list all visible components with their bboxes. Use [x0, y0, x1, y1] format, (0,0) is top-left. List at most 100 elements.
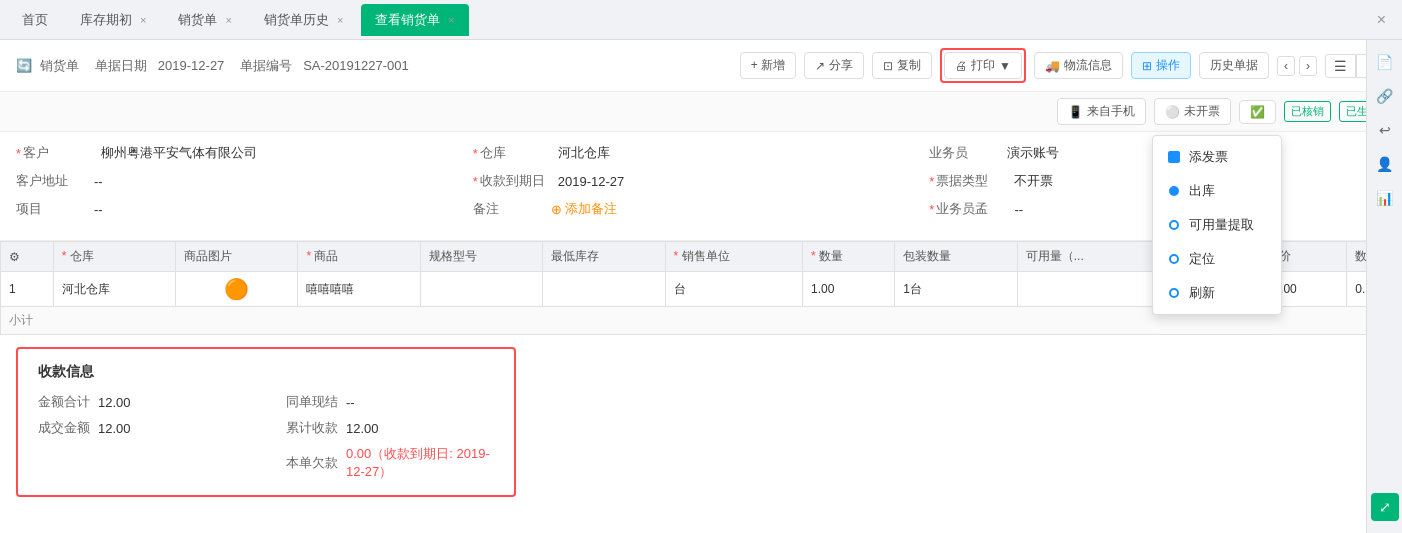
doc-header: 🔄 销货单 单据日期 2019-12-27 单据编号 SA-20191227-0…: [0, 40, 1402, 92]
warehouse-required-star: *: [473, 146, 478, 161]
dropdown-outbound[interactable]: 出库: [1153, 174, 1281, 208]
history-button[interactable]: 历史单据: [1199, 52, 1269, 79]
list-view-button[interactable]: ☰: [1325, 54, 1356, 78]
sidebar-chart-icon[interactable]: 📊: [1371, 184, 1399, 212]
verify-button[interactable]: ✅: [1239, 100, 1276, 124]
add-icon: ⊕: [551, 202, 562, 217]
warehouse-label: 仓库: [480, 144, 550, 162]
project-field: 项目 --: [16, 200, 473, 218]
payment-row-total: 金额合计 12.00: [38, 393, 246, 411]
note-field: 备注 ⊕ 添加备注: [473, 200, 930, 218]
sidebar-return-icon[interactable]: ↩: [1371, 116, 1399, 144]
address-field: 客户地址 --: [16, 172, 473, 190]
operate-button[interactable]: ⊞ 操作: [1131, 52, 1191, 79]
dropdown-available[interactable]: 可用量提取: [1153, 208, 1281, 242]
total-value: 12.00: [98, 395, 131, 410]
new-button[interactable]: + 新增: [740, 52, 796, 79]
warehouse-field: * 仓库 河北仓库: [473, 144, 930, 162]
date-value: 2019-12-27: [158, 58, 225, 73]
available-icon: [1167, 218, 1181, 232]
tab-sales[interactable]: 销货单 ×: [164, 4, 245, 36]
dropdown-locate[interactable]: 定位: [1153, 242, 1281, 276]
project-label: 项目: [16, 200, 86, 218]
verify-icon: ✅: [1250, 105, 1265, 119]
total-label: 金额合计: [38, 393, 90, 411]
tab-bar: 首页 库存期初 × 销货单 × 销货单历史 × 查看销货单 × ×: [0, 0, 1402, 40]
row-pack-qty: 1台: [895, 272, 1017, 307]
tab-view-sales[interactable]: 查看销货单 ×: [361, 4, 468, 36]
doc-actions: + 新增 ↗ 分享 ⊡ 复制 🖨 打印 ▼ 🚚: [740, 48, 1386, 83]
row-qty: 1.00: [803, 272, 895, 307]
row-available: [1017, 272, 1158, 307]
tab-inventory[interactable]: 库存期初 ×: [66, 4, 160, 36]
sidebar-doc-icon[interactable]: 📄: [1371, 48, 1399, 76]
payment-row-settle: 同单现结 --: [286, 393, 494, 411]
staff2-label: 业务员孟: [936, 200, 1006, 218]
verified-badge[interactable]: 已核销: [1284, 101, 1331, 122]
owed-label: 本单欠款: [286, 454, 338, 472]
logistics-button[interactable]: 🚚 物流信息: [1034, 52, 1123, 79]
doc-icon: 🔄: [16, 58, 32, 73]
tab-sales-close[interactable]: ×: [225, 14, 231, 26]
print-button-highlight: 🖨 打印 ▼: [940, 48, 1026, 83]
col-min-stock: 最低库存: [543, 242, 665, 272]
col-gear: ⚙: [1, 242, 54, 272]
share-icon: ↗: [815, 59, 825, 73]
tab-history[interactable]: 销货单历史 ×: [250, 4, 357, 36]
row-img: 🟠: [176, 272, 298, 307]
from-phone-button[interactable]: 📱 来自手机: [1057, 98, 1146, 125]
doc-title-section: 🔄 销货单: [16, 57, 79, 75]
sidebar-user-icon[interactable]: 👤: [1371, 150, 1399, 178]
received-value: 12.00: [346, 421, 379, 436]
col-unit: * 销售单位: [665, 242, 802, 272]
tab-history-close[interactable]: ×: [337, 14, 343, 26]
customer-label: 客户: [23, 144, 93, 162]
date-label: 单据日期 2019-12-27: [95, 57, 224, 75]
sidebar-link-icon[interactable]: 🔗: [1371, 82, 1399, 110]
refresh-label: 刷新: [1189, 284, 1215, 302]
due-date-value[interactable]: 2019-12-27: [558, 174, 625, 189]
due-date-required-star: *: [473, 174, 478, 189]
tab-view-sales-label: 查看销货单: [375, 11, 440, 29]
address-label: 客户地址: [16, 172, 86, 190]
ticket-required-star: *: [929, 174, 934, 189]
dropdown-add-invoice[interactable]: 添发票: [1153, 140, 1281, 174]
next-button[interactable]: ›: [1299, 56, 1317, 76]
due-date-label: 收款到期日: [480, 172, 550, 190]
payment-title: 收款信息: [38, 363, 494, 381]
dropdown-refresh[interactable]: 刷新: [1153, 276, 1281, 310]
not-open-button[interactable]: ⚪ 未开票: [1154, 98, 1231, 125]
copy-button[interactable]: ⊡ 复制: [872, 52, 932, 79]
operate-icon: ⊞: [1142, 59, 1152, 73]
window-close-button[interactable]: ×: [1369, 11, 1394, 29]
add-note-button[interactable]: ⊕ 添加备注: [551, 200, 617, 218]
dropdown-menu: 添发票 出库 可用量提取 定位 刷新: [1152, 135, 1282, 315]
ticket-value: 不开票: [1014, 172, 1053, 190]
available-label: 可用量提取: [1189, 216, 1254, 234]
share-button[interactable]: ↗ 分享: [804, 52, 864, 79]
tab-view-sales-close[interactable]: ×: [448, 14, 454, 26]
print-icon: 🖨: [955, 59, 967, 73]
settle-value: --: [346, 395, 355, 410]
row-spec: [420, 272, 542, 307]
number-label: 单据编号 SA-20191227-001: [240, 57, 408, 75]
received-label: 累计收款: [286, 419, 338, 437]
tab-inventory-close[interactable]: ×: [140, 14, 146, 26]
customer-value[interactable]: 柳州粤港平安气体有限公司: [101, 144, 257, 162]
settle-label: 同单现结: [286, 393, 338, 411]
print-button[interactable]: 🖨 打印 ▼: [944, 52, 1022, 79]
phone-icon: 📱: [1068, 105, 1083, 119]
sidebar-expand-icon[interactable]: ⤢: [1371, 493, 1399, 521]
col-spec: 规格型号: [420, 242, 542, 272]
staff-label: 业务员: [929, 144, 999, 162]
add-invoice-icon: [1167, 150, 1181, 164]
project-value: --: [94, 202, 103, 217]
prev-button[interactable]: ‹: [1277, 56, 1295, 76]
number-value: SA-20191227-001: [303, 58, 409, 73]
warehouse-value[interactable]: 河北仓库: [558, 144, 610, 162]
refresh-icon: [1167, 286, 1181, 300]
note-label: 备注: [473, 200, 543, 218]
print-dropdown-arrow[interactable]: ▼: [999, 59, 1011, 73]
staff2-required-star: *: [929, 202, 934, 217]
tab-home[interactable]: 首页: [8, 4, 62, 36]
